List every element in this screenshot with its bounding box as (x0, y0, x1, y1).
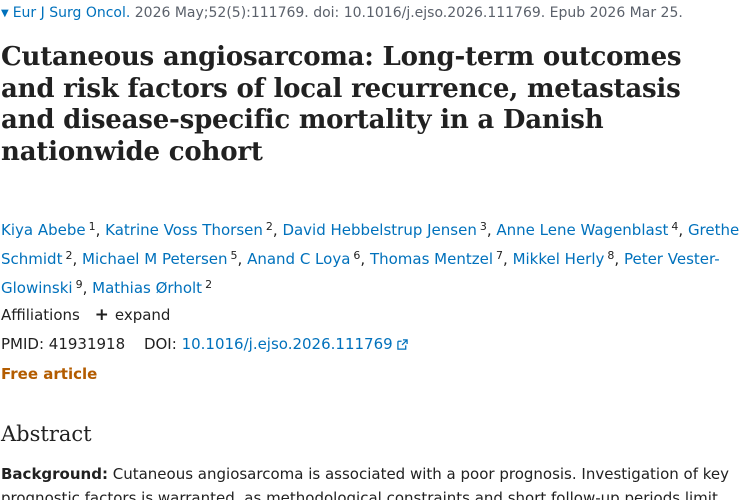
citation-details: 2026 May;52(5):111769. doi: 10.1016/j.ej… (134, 5, 683, 21)
plus-icon: + (94, 305, 109, 325)
affiliations-row: Affiliations + expand (1, 305, 170, 325)
author-link[interactable]: Mathias Ørholt (92, 279, 202, 297)
expand-label: expand (114, 306, 171, 324)
affiliation-number[interactable]: 8 (607, 249, 614, 262)
journal-link[interactable]: Eur J Surg Oncol. (13, 5, 131, 21)
affiliation-number[interactable]: 6 (353, 249, 360, 262)
abstract-background: Background: Cutaneous angiosarcoma is as… (1, 462, 741, 500)
doi-link[interactable]: 10.1016/j.ejso.2026.111769 (182, 335, 408, 353)
identifiers-row: PMID: 41931918 DOI: 10.1016/j.ejso.2026.… (1, 334, 408, 354)
author-link[interactable]: Mikkel Herly (513, 250, 605, 268)
affiliation-number[interactable]: 3 (480, 220, 487, 233)
article-title: Cutaneous angiosarcoma: Long-term outcom… (1, 42, 682, 167)
author-link[interactable]: Anand C Loya (247, 250, 350, 268)
doi-label: DOI: (143, 335, 177, 353)
author-link[interactable]: Thomas Mentzel (370, 250, 493, 268)
affiliation-number[interactable]: 2 (266, 220, 273, 233)
abstract-heading: Abstract (1, 422, 92, 446)
affiliation-number[interactable]: 5 (231, 249, 238, 262)
external-link-icon[interactable] (396, 339, 408, 350)
pmid-value: 41931918 (48, 335, 126, 353)
affiliation-number[interactable]: 2 (205, 278, 212, 291)
affiliation-number[interactable]: 1 (89, 220, 96, 233)
doi-value[interactable]: 10.1016/j.ejso.2026.111769 (182, 335, 393, 353)
author-link[interactable]: Michael M Petersen (82, 250, 228, 268)
affiliation-number[interactable]: 2 (65, 249, 72, 262)
background-label: Background: (1, 465, 108, 483)
background-text: Cutaneous angiosarcoma is associated wit… (1, 465, 730, 500)
free-article-badge: Free article (1, 365, 98, 383)
pmid-label: PMID: (1, 335, 45, 353)
affiliation-number[interactable]: 7 (496, 249, 503, 262)
author-link[interactable]: Katrine Voss Thorsen (105, 221, 263, 239)
affiliations-expand-button[interactable]: + expand (94, 305, 171, 325)
author-link[interactable]: David Hebbelstrup Jensen (282, 221, 476, 239)
author-list: Kiya Abebe 1, Katrine Voss Thorsen 2, Davi… (1, 220, 740, 297)
citation-line: ▼ Eur J Surg Oncol. 2026 May;52(5):111769… (1, 3, 683, 24)
caret-down-icon[interactable]: ▼ (1, 4, 9, 24)
affiliation-number[interactable]: 9 (76, 278, 83, 291)
affiliations-label: Affiliations (1, 306, 80, 324)
affiliation-number[interactable]: 4 (671, 220, 678, 233)
author-link[interactable]: Anne Lene Wagenblast (496, 221, 668, 239)
author-link[interactable]: Kiya Abebe (1, 221, 86, 239)
